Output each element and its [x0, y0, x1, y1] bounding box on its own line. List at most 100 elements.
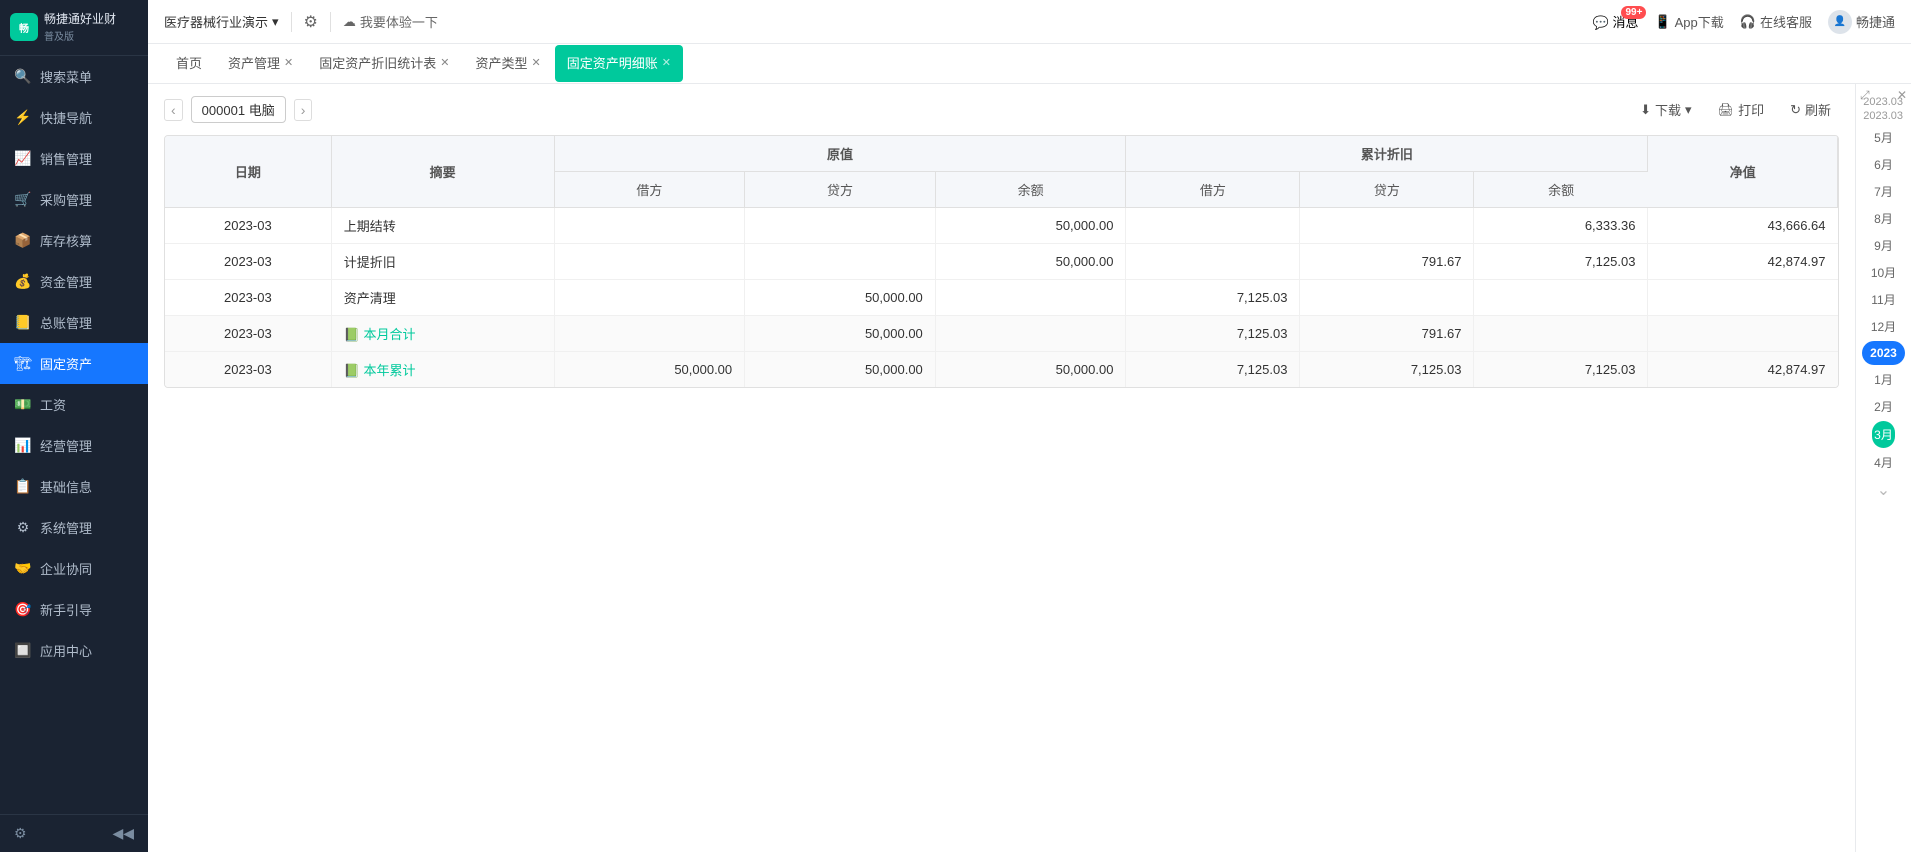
- sidebar-item-label: 基础信息: [40, 477, 92, 496]
- sidebar-item-purchase[interactable]: 🛒 采购管理: [0, 179, 148, 220]
- col-date: 日期: [165, 136, 331, 208]
- tab-close-icon[interactable]: ✕: [440, 56, 449, 69]
- tab-asset-mgmt[interactable]: 资产管理✕: [216, 45, 305, 82]
- timeline-month-11月[interactable]: 11月: [1869, 286, 1898, 313]
- cell-orig-balance: 50,000.00: [935, 244, 1126, 280]
- summary-text: 资产清理: [344, 291, 396, 306]
- row-icon: 📗: [344, 327, 360, 342]
- print-button[interactable]: 🖨 打印: [1710, 96, 1773, 123]
- timeline-month-4月[interactable]: 4月: [1866, 449, 1901, 476]
- sidebar-item-fixed-assets[interactable]: 🏗固定资产: [0, 343, 148, 384]
- cell-orig-credit: [745, 244, 936, 280]
- tab-asset-type[interactable]: 资产类型✕: [463, 45, 552, 82]
- sidebar-item-label: 采购管理: [40, 190, 92, 209]
- finance-icon: 💰: [14, 273, 32, 290]
- tab-close-icon[interactable]: ✕: [662, 56, 671, 69]
- timeline-month-3月[interactable]: 3月: [1872, 421, 1895, 448]
- acc-debit-header: 借方: [1126, 172, 1300, 208]
- timeline-month-5月[interactable]: 5月: [1869, 124, 1898, 151]
- cell-acc-balance: [1474, 316, 1648, 352]
- sidebar-item-label: 应用中心: [40, 641, 92, 660]
- purchase-icon: 🛒: [14, 191, 32, 208]
- sidebar-item-guide[interactable]: 🎯新手引导: [0, 589, 148, 630]
- company-dropdown-icon: ▾: [272, 14, 279, 30]
- sidebar-item-sales[interactable]: 📈销售管理: [0, 138, 148, 179]
- sidebar-item-system[interactable]: ⚙系统管理: [0, 507, 148, 548]
- topbar-right: 💬 消息 99+ 📱 App下载 🎧 在线客服 👤 畅捷通: [1593, 10, 1895, 34]
- sidebar-item-quick-nav[interactable]: ⚡快捷导航: [0, 97, 148, 138]
- col-original-value: 原值: [554, 136, 1126, 172]
- messages-button[interactable]: 💬 消息 99+: [1593, 12, 1639, 31]
- col-net-value: 净值: [1648, 136, 1838, 208]
- timeline-month-1月[interactable]: 1月: [1866, 366, 1901, 393]
- sidebar-item-label: 总账管理: [40, 313, 92, 332]
- tab-label: 固定资产明细账: [567, 53, 658, 72]
- tab-fixed-detail[interactable]: 固定资产明细账 ✕: [555, 45, 683, 82]
- timeline-month-2月[interactable]: 2月: [1866, 393, 1901, 420]
- timeline-month-10月[interactable]: 10月: [1869, 259, 1898, 286]
- timeline-month-12月[interactable]: 12月: [1869, 313, 1898, 340]
- cell-orig-credit: 50,000.00: [745, 280, 936, 316]
- sidebar-item-payroll[interactable]: 💵工资: [0, 384, 148, 425]
- timeline-month-8月[interactable]: 8月: [1869, 205, 1898, 232]
- timeline-month-6月[interactable]: 6月: [1869, 151, 1898, 178]
- cell-orig-credit: [745, 208, 936, 244]
- table-row: 2023-03 上期结转 50,000.00 6,333.36 43,666.6…: [165, 208, 1838, 244]
- tab-fixed-depreciation[interactable]: 固定资产折旧统计表✕: [307, 45, 461, 82]
- app-title: 畅捷通好业财 普及版: [44, 12, 116, 43]
- topbar-divider: [291, 12, 292, 32]
- print-icon: 🖨: [1718, 102, 1735, 118]
- timeline-down-btn[interactable]: ⌄: [1873, 476, 1894, 504]
- timeline-month-9月[interactable]: 9月: [1869, 232, 1898, 259]
- cell-acc-balance: [1474, 280, 1648, 316]
- cell-date: 2023-03: [165, 208, 331, 244]
- timeline-panel: ⤢ ✕ 2023.03 2023.03 5月6月7月8月9月10月11月12月 …: [1855, 84, 1911, 852]
- settings-icon[interactable]: ⚙: [14, 825, 27, 842]
- sidebar-item-inventory[interactable]: 📦库存核算: [0, 220, 148, 261]
- cell-summary: 📗 本月合计: [331, 316, 554, 352]
- enterprise-icon: 🤝: [14, 560, 32, 577]
- cell-summary: 上期结转: [331, 208, 554, 244]
- timeline-year-marker[interactable]: 2023: [1862, 341, 1905, 365]
- prev-asset-button[interactable]: ‹: [164, 99, 183, 121]
- app-download-button[interactable]: 📱 App下载: [1654, 12, 1723, 31]
- download-button[interactable]: ⬇ 下载 ▾: [1632, 96, 1699, 123]
- content-area: ‹ 000001 电脑 › ⬇ 下载 ▾ 🖨 打印: [148, 84, 1911, 852]
- timeline-month-7月[interactable]: 7月: [1869, 178, 1898, 205]
- sidebar-item-ledger[interactable]: 📒总账管理: [0, 302, 148, 343]
- sidebar-item-search[interactable]: 🔍搜索菜单: [0, 56, 148, 97]
- cell-orig-debit: [554, 208, 745, 244]
- cell-net-value: 42,874.97: [1648, 352, 1838, 388]
- sidebar-item-label: 搜索菜单: [40, 67, 92, 86]
- sidebar: 畅 畅捷通好业财 普及版 🔍搜索菜单⚡快捷导航📈销售管理🛒采购管理📦库存核算💰资…: [0, 0, 148, 852]
- company-name: 医疗器械行业演示: [164, 12, 268, 31]
- sidebar-item-basic-info[interactable]: 📋 基础信息: [0, 466, 148, 507]
- refresh-button[interactable]: ↻ 刷新: [1782, 96, 1839, 123]
- basic-info-icon: 📋: [14, 478, 32, 495]
- topbar: 医疗器械行业演示 ▾ ⚙ ☁ 我要体验一下 💬 消息 99+ 📱 App下载 🎧…: [148, 0, 1911, 44]
- summary-text: 本月合计: [364, 327, 416, 342]
- timeline-close-icon[interactable]: ✕: [1897, 88, 1907, 102]
- tab-close-icon[interactable]: ✕: [532, 56, 541, 69]
- app-center-icon: 🔲: [14, 642, 32, 659]
- company-selector[interactable]: 医疗器械行业演示 ▾: [164, 12, 279, 31]
- cell-acc-credit: 791.67: [1300, 316, 1474, 352]
- tab-close-icon[interactable]: ✕: [284, 56, 293, 69]
- sidebar-item-enterprise[interactable]: 🤝企业协同: [0, 548, 148, 589]
- main-content: ‹ 000001 电脑 › ⬇ 下载 ▾ 🖨 打印: [148, 84, 1855, 852]
- tab-home[interactable]: 首页: [164, 45, 214, 82]
- sidebar-item-app-center[interactable]: 🔲 应用中心: [0, 630, 148, 671]
- sidebar-item-finance[interactable]: 💰资金管理: [0, 261, 148, 302]
- cell-acc-credit: 791.67: [1300, 244, 1474, 280]
- timeline-expand-icon[interactable]: ⤢: [1860, 88, 1870, 103]
- sidebar-item-business[interactable]: 📊经营管理: [0, 425, 148, 466]
- orig-balance-header: 余额: [935, 172, 1126, 208]
- online-service-button[interactable]: 🎧 在线客服: [1740, 12, 1812, 31]
- collapse-icon[interactable]: ◀◀: [112, 825, 134, 842]
- experience-button[interactable]: ☁ 我要体验一下: [343, 12, 438, 31]
- experience-icon: ☁: [343, 14, 356, 30]
- user-menu[interactable]: 👤 畅捷通: [1828, 10, 1895, 34]
- next-asset-button[interactable]: ›: [294, 99, 313, 121]
- topbar-settings-icon[interactable]: ⚙: [304, 12, 318, 32]
- main-area: 医疗器械行业演示 ▾ ⚙ ☁ 我要体验一下 💬 消息 99+ 📱 App下载 🎧…: [148, 0, 1911, 852]
